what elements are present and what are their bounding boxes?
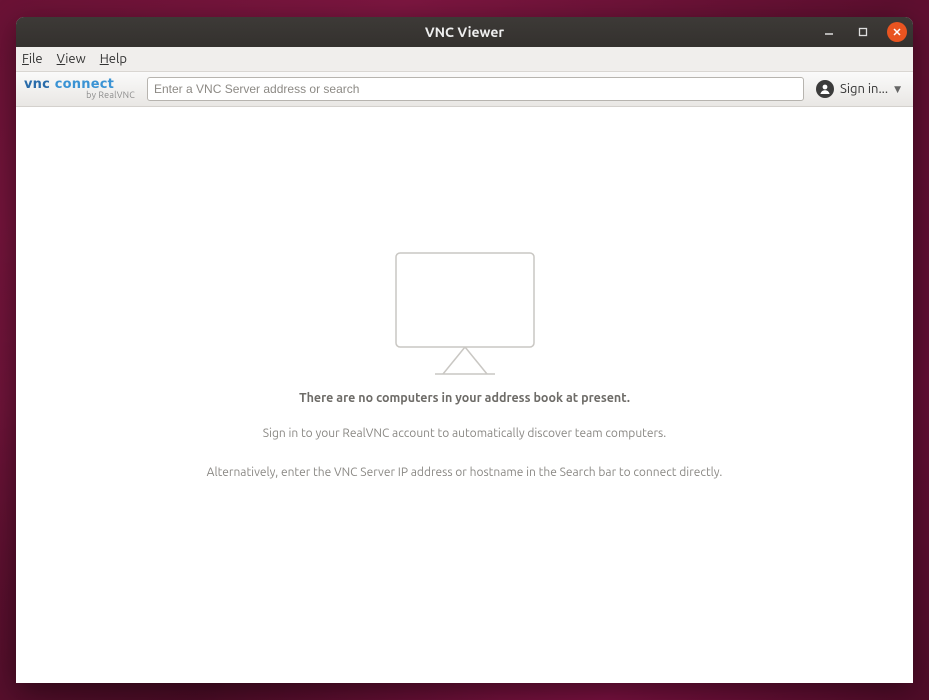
close-icon bbox=[892, 27, 902, 37]
toolbar: vnc connect by RealVNC Sign in... ▼ bbox=[16, 72, 913, 107]
empty-line-1: Sign in to your RealVNC account to autom… bbox=[263, 427, 666, 440]
maximize-icon bbox=[858, 27, 868, 37]
menu-help[interactable]: Help bbox=[100, 52, 127, 66]
empty-line-2: Alternatively, enter the VNC Server IP a… bbox=[207, 466, 723, 479]
titlebar: VNC Viewer bbox=[16, 17, 913, 47]
empty-headline: There are no computers in your address b… bbox=[299, 391, 630, 405]
monitor-icon bbox=[395, 252, 535, 377]
app-window: VNC Viewer File View Help vnc connect by… bbox=[16, 17, 913, 683]
menu-file[interactable]: File bbox=[22, 52, 43, 66]
brand-logo: vnc connect by RealVNC bbox=[24, 78, 139, 100]
window-title: VNC Viewer bbox=[425, 24, 504, 40]
menubar: File View Help bbox=[16, 47, 913, 72]
menu-view[interactable]: View bbox=[57, 52, 86, 66]
maximize-button[interactable] bbox=[853, 22, 873, 42]
minimize-icon bbox=[824, 27, 834, 37]
close-button[interactable] bbox=[887, 22, 907, 42]
signin-label: Sign in... bbox=[840, 82, 888, 96]
search-input[interactable] bbox=[147, 77, 804, 101]
content-area: There are no computers in your address b… bbox=[16, 107, 913, 683]
user-icon bbox=[816, 80, 834, 98]
signin-button[interactable]: Sign in... ▼ bbox=[812, 80, 905, 98]
minimize-button[interactable] bbox=[819, 22, 839, 42]
window-controls bbox=[819, 17, 907, 47]
brand-sub: by RealVNC bbox=[24, 91, 139, 100]
chevron-down-icon: ▼ bbox=[894, 84, 901, 95]
